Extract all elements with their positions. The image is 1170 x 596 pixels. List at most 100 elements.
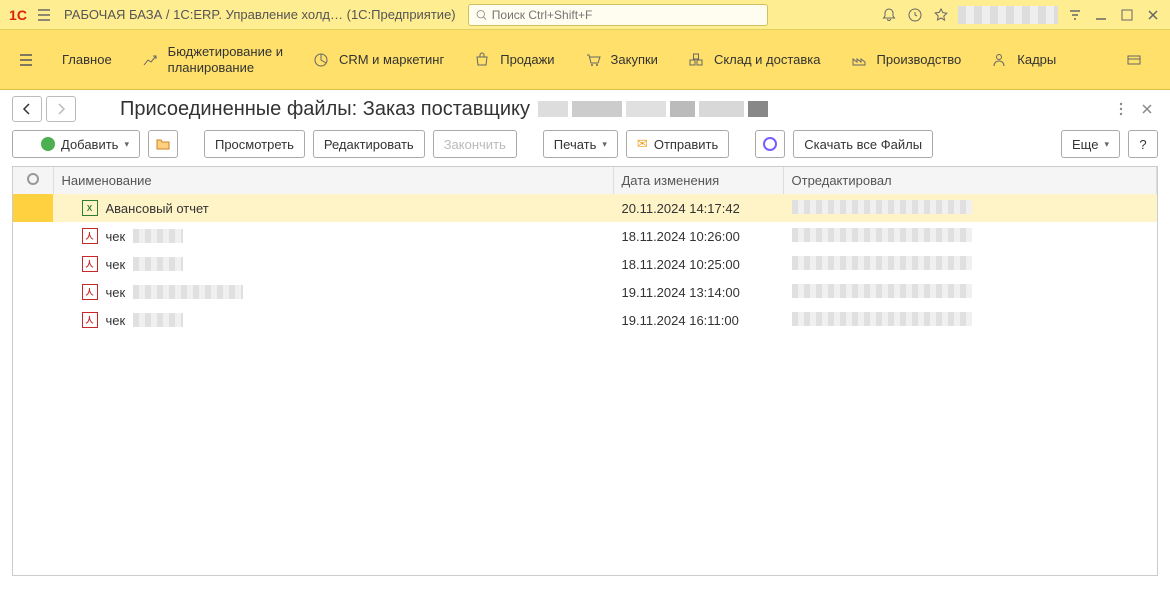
help-button[interactable]: ? [1128, 130, 1158, 158]
menu-budgeting[interactable]: Бюджетирование и планирование [126, 30, 297, 89]
history-icon[interactable] [902, 2, 928, 28]
row-date-cell: 18.11.2024 10:26:00 [613, 222, 783, 250]
name-col-header[interactable]: Наименование [53, 167, 613, 194]
row-editor-cell [783, 278, 1157, 306]
menu-main[interactable]: Главное [48, 30, 126, 89]
file-name: чек [106, 229, 126, 244]
row-date-cell: 18.11.2024 10:25:00 [613, 250, 783, 278]
pdf-file-icon: 人 [82, 312, 98, 328]
row-date-cell: 20.11.2024 14:17:42 [613, 194, 783, 222]
pie-icon [311, 50, 331, 70]
table-row[interactable]: 人 чек 18.11.2024 10:25:00 [13, 250, 1157, 278]
more-options-icon[interactable] [1110, 98, 1132, 120]
close-button[interactable] [1140, 2, 1166, 28]
row-name-cell: 人 чек [53, 306, 613, 334]
settings-icon[interactable] [1062, 2, 1088, 28]
redacted [792, 228, 972, 242]
toolbar: + Добавить ▾ Просмотреть Редактировать З… [4, 126, 1166, 166]
view-button[interactable]: Просмотреть [204, 130, 305, 158]
chevron-down-icon: ▾ [602, 139, 607, 150]
envelope-icon: ✉ [637, 136, 648, 152]
edit-button[interactable]: Редактировать [313, 130, 425, 158]
main-hamburger-icon[interactable] [32, 3, 56, 27]
file-name: чек [106, 257, 126, 272]
excel-file-icon: X [82, 200, 98, 216]
chevron-down-icon: ▾ [1104, 139, 1109, 150]
row-status-cell [13, 306, 53, 334]
favorites-icon[interactable] [928, 2, 954, 28]
redacted [133, 257, 183, 271]
menu-purchases[interactable]: Закупки [569, 30, 672, 89]
person-icon [989, 50, 1009, 70]
send-button[interactable]: ✉ Отправить [626, 130, 729, 158]
nav-forward-button[interactable] [46, 96, 76, 122]
row-name-cell: X Авансовый отчет [53, 194, 613, 222]
file-name: чек [106, 313, 126, 328]
pdf-file-icon: 人 [82, 228, 98, 244]
action-button[interactable] [755, 130, 785, 158]
row-name-cell: 人 чек [53, 222, 613, 250]
app-logo: 1С [4, 5, 32, 25]
table-row[interactable]: 人 чек 18.11.2024 10:26:00 [13, 222, 1157, 250]
row-name-cell: 人чек [53, 278, 613, 306]
redacted [792, 312, 972, 326]
redacted [133, 229, 183, 243]
bag-icon [472, 50, 492, 70]
global-search[interactable] [468, 4, 768, 26]
folder-open-button[interactable] [148, 130, 178, 158]
status-col-header[interactable] [13, 167, 53, 194]
date-col-header[interactable]: Дата изменения [613, 167, 783, 194]
row-name-cell: 人 чек [53, 250, 613, 278]
cart-icon [583, 50, 603, 70]
download-all-button[interactable]: Скачать все Файлы [793, 130, 933, 158]
titlebar: 1С РАБОЧАЯ БАЗА / 1С:ERP. Управление хол… [0, 0, 1170, 30]
minimize-button[interactable] [1088, 2, 1114, 28]
row-status-cell [13, 222, 53, 250]
menu-sales[interactable]: Продажи [458, 30, 568, 89]
table-row[interactable]: X Авансовый отчет 20.11.2024 14:17:42 [13, 194, 1157, 222]
row-date-cell: 19.11.2024 13:14:00 [613, 278, 783, 306]
row-status-cell [13, 278, 53, 306]
redacted [792, 284, 972, 298]
finish-button[interactable]: Закончить [433, 130, 517, 158]
title-redacted [538, 101, 768, 117]
menu-crm[interactable]: CRM и маркетинг [297, 30, 458, 89]
more-button[interactable]: Еще▾ [1061, 130, 1120, 158]
pdf-file-icon: 人 [82, 256, 98, 272]
card-icon [1124, 50, 1144, 70]
row-status-cell [13, 250, 53, 278]
files-table: Наименование Дата изменения Отредактиров… [12, 166, 1158, 576]
redacted [792, 200, 972, 214]
main-menu: Главное Бюджетирование и планирование CR… [0, 30, 1170, 90]
row-editor-cell [783, 306, 1157, 334]
menu-more[interactable] [1110, 30, 1166, 89]
row-editor-cell [783, 222, 1157, 250]
search-input[interactable] [492, 8, 761, 22]
file-name: Авансовый отчет [106, 201, 209, 216]
nav-back-button[interactable] [12, 96, 42, 122]
editor-col-header[interactable]: Отредактировал [783, 167, 1157, 194]
chart-up-icon [140, 50, 160, 70]
maximize-button[interactable] [1114, 2, 1140, 28]
menu-hr[interactable]: Кадры [975, 30, 1070, 89]
pdf-file-icon: 人 [82, 284, 98, 300]
row-date-cell: 19.11.2024 16:11:00 [613, 306, 783, 334]
circle-icon [763, 137, 777, 151]
factory-icon [849, 50, 869, 70]
add-button[interactable]: + Добавить ▾ [12, 130, 140, 158]
menu-production[interactable]: Производство [835, 30, 976, 89]
row-editor-cell [783, 194, 1157, 222]
table-header: Наименование Дата изменения Отредактиров… [13, 167, 1157, 194]
table-row[interactable]: 人чек19.11.2024 13:14:00 [13, 278, 1157, 306]
boxes-icon [686, 50, 706, 70]
user-area-redacted [958, 6, 1058, 24]
menu-toggle[interactable] [4, 30, 48, 89]
print-button[interactable]: Печать▾ [543, 130, 618, 158]
row-status-cell [13, 194, 53, 222]
notifications-icon[interactable] [876, 2, 902, 28]
redacted [133, 285, 243, 299]
close-panel-icon[interactable] [1136, 98, 1158, 120]
menu-warehouse[interactable]: Склад и доставка [672, 30, 835, 89]
page-title: Присоединенные файлы: Заказ поставщику [120, 98, 1106, 121]
table-row[interactable]: 人 чек 19.11.2024 16:11:00 [13, 306, 1157, 334]
